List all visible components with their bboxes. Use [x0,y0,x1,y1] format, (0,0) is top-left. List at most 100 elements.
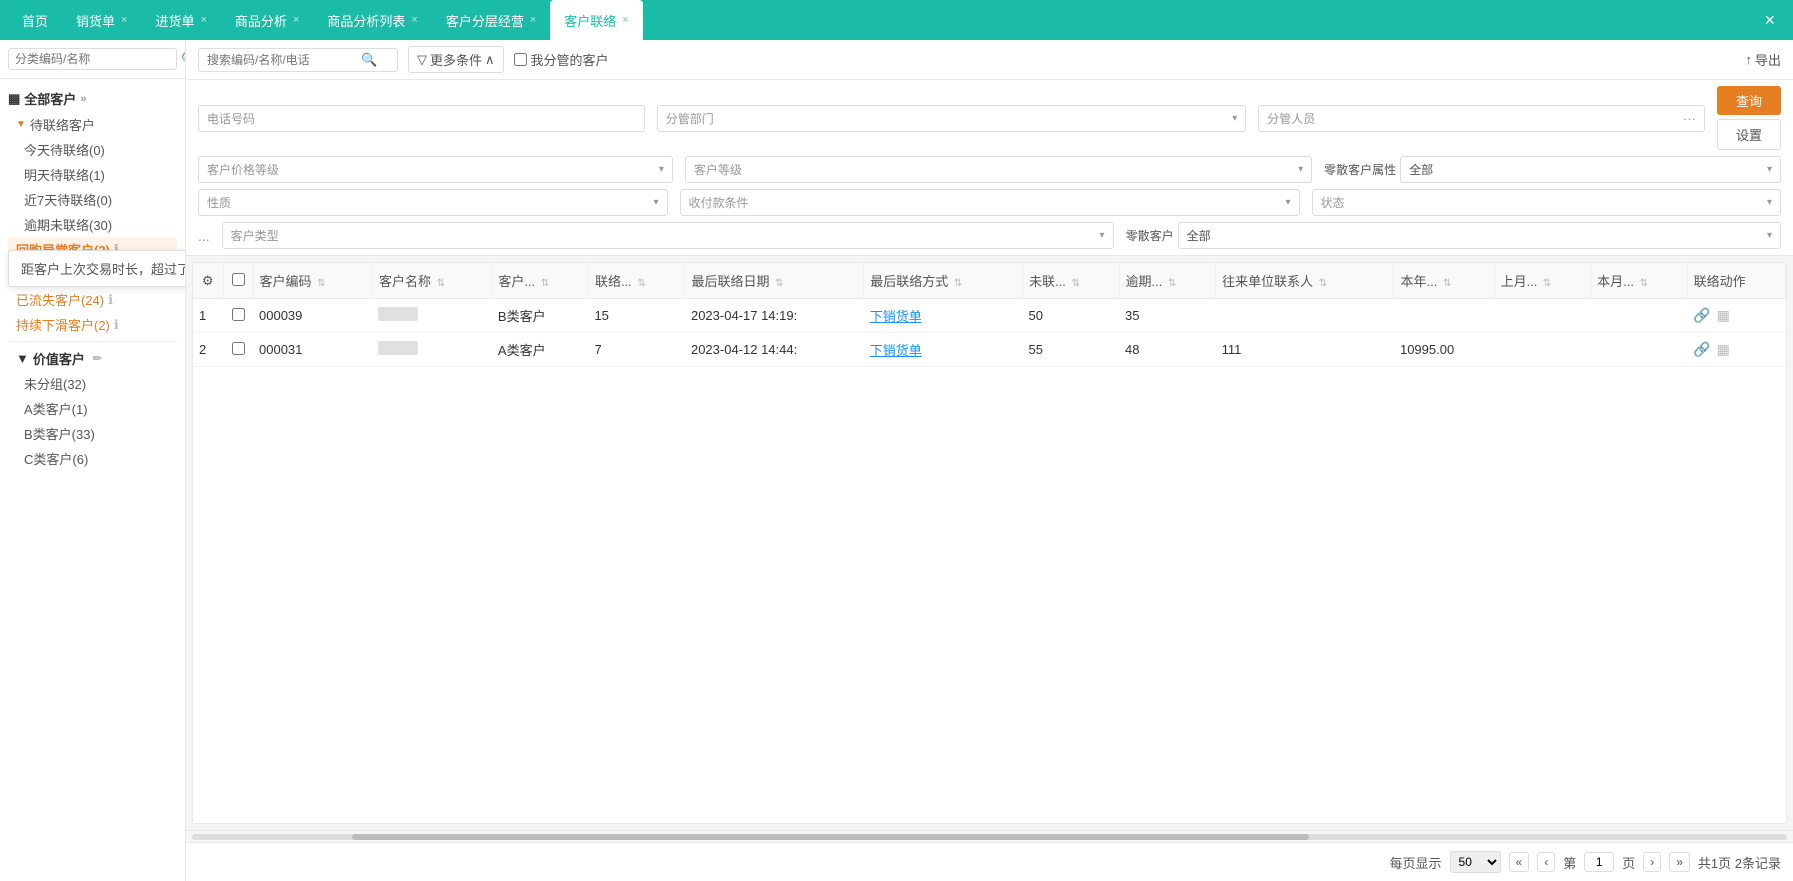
nav-tab-purchase-close[interactable]: × [200,14,206,26]
page-prev-btn[interactable]: ‹ [1537,852,1555,872]
page-next-btn[interactable]: › [1643,852,1661,872]
filter-phone[interactable]: 电话号码 [198,105,645,132]
sidebar-item-unclassified[interactable]: 未分组(32) [8,371,177,396]
value-customer-label: 价值客户 [33,349,85,368]
nav-tab-customer-contact[interactable]: 客户联络 × [550,0,642,40]
table-settings-icon[interactable]: ⚙ [202,273,214,288]
horizontal-scrollbar[interactable] [186,830,1793,842]
more-conditions-btn[interactable]: ▽ 更多条件 ∧ [408,46,504,73]
row1-action-icons: 🔗 ▦ [1693,307,1779,324]
sort-icon-last-date[interactable]: ⇅ [775,278,783,289]
page-last-btn[interactable]: » [1669,852,1690,872]
sidebar-all-customers[interactable]: ▦ 全部客户 » [8,85,177,112]
row2-un-contact: 55 [1023,333,1120,367]
page-input[interactable] [1584,852,1614,872]
nav-tab-analysis-list[interactable]: 商品分析列表 × [313,0,431,40]
sidebar-pending-contact-header[interactable]: ▼ 待联络客户 [8,112,177,137]
sort-icon-un-contact[interactable]: ⇅ [1071,278,1079,289]
scrollbar-thumb[interactable] [352,834,1309,840]
row1-checkbox[interactable] [232,308,245,321]
row1-last-method-link[interactable]: 下销货单 [870,309,922,324]
sidebar-item-declining[interactable]: 持续下滑客户(2) ℹ [8,312,177,337]
window-close-button[interactable]: × [1754,10,1785,31]
sort-icon-overdue[interactable]: ⇅ [1168,278,1176,289]
nav-tab-analysis-list-close[interactable]: × [411,14,417,26]
scrollbar-track[interactable] [192,834,1787,840]
page-label: 第 [1563,853,1576,872]
row2-link-icon[interactable]: 🔗 [1693,341,1710,358]
filter-person[interactable]: 分管人员 ··· [1258,105,1705,132]
sidebar-item-today[interactable]: 今天待联络(0) [8,137,177,162]
value-tri-icon: ▼ [16,351,29,366]
th-code: 客户编码 ⇅ [253,263,372,299]
per-page-label: 每页显示 [1390,853,1442,872]
filter-payment[interactable]: 收付款条件 ▾ [680,189,1300,216]
nav-tab-purchase[interactable]: 进货单 × [141,0,220,40]
table-header-row: ⚙ 客户编码 ⇅ 客户名称 ⇅ [193,263,1786,299]
row2-last-method-link[interactable]: 下销货单 [870,343,922,358]
row2-checkbox[interactable] [232,342,245,355]
filter-search-input[interactable] [207,53,357,67]
sidebar-item-overdue[interactable]: 逾期未联络(30) 距客户上次交易时长，超过了此客户的平均交易周期的1.5倍，则… [8,212,177,237]
query-button[interactable]: 查询 [1717,86,1781,115]
nav-tab-customer-segment[interactable]: 客户分层经营 × [432,0,550,40]
sidebar-item-class-b[interactable]: B类客户(33) [8,421,177,446]
nav-tab-sales[interactable]: 销货单 × [62,0,141,40]
sidebar-search-input[interactable] [8,48,177,70]
nav-tab-sales-close[interactable]: × [121,14,127,26]
sort-icon-code[interactable]: ⇅ [317,278,325,289]
sidebar-value-customer-header[interactable]: ▼ 价值客户 ✏ [8,346,177,371]
phone-label: 电话号码 [207,110,636,127]
th-contact-count-label: 联络... [595,274,632,289]
export-button[interactable]: ↑ 导出 [1745,50,1781,69]
sort-icon-name[interactable]: ⇅ [437,278,445,289]
sort-icon-last-method[interactable]: ⇅ [954,278,962,289]
sidebar-item-lost[interactable]: 已流失客户(24) ℹ [8,287,177,312]
nav-tab-home[interactable]: 首页 [8,0,62,40]
settings-button[interactable]: 设置 [1717,119,1781,150]
edit-icon[interactable]: ✏ [93,352,102,365]
sort-icon-this-month[interactable]: ⇅ [1640,278,1648,289]
row1-link-icon[interactable]: 🔗 [1693,307,1710,324]
filter-retail-customer[interactable]: 全部 ▾ [1178,222,1781,249]
sort-icon-contact-count[interactable]: ⇅ [637,278,645,289]
sort-icon-related-person[interactable]: ⇅ [1319,278,1327,289]
filter-gender[interactable]: 性质 ▾ [198,189,668,216]
filter-dots[interactable]: ... [198,228,210,244]
filter-search-icon[interactable]: 🔍 [361,52,377,68]
sidebar-item-7days[interactable]: 近7天待联络(0) [8,187,177,212]
advanced-filter: 电话号码 分管部门 ▾ 分管人员 ··· 查询 设置 客户价格等级 [186,80,1793,256]
nav-tab-customer-contact-label: 客户联络 [564,11,616,30]
row1-grid-icon[interactable]: ▦ [1717,307,1730,324]
sort-icon-this-year[interactable]: ⇅ [1443,278,1451,289]
filter-customer-level[interactable]: 客户等级 ▾ [685,156,1312,183]
dept-label: 分管部门 [666,110,1233,127]
sidebar-item-tomorrow[interactable]: 明天待联络(1) [8,162,177,187]
th-action-label: 联络动作 [1694,274,1746,289]
per-page-select[interactable]: 50 20 100 [1450,851,1501,873]
filter-status[interactable]: 状态 ▾ [1312,189,1782,216]
sidebar-item-class-a[interactable]: A类客户(1) [8,396,177,421]
sort-icon-type[interactable]: ⇅ [541,278,549,289]
nav-tab-home-label: 首页 [22,11,48,30]
filter-icon: ▽ [417,52,427,68]
row2-grid-icon[interactable]: ▦ [1717,341,1730,358]
nav-tab-analysis-close[interactable]: × [293,14,299,26]
select-all-checkbox[interactable] [232,273,245,286]
adv-filter-row-4: ... 客户类型 ▾ 零散客户 全部 ▾ [198,222,1781,249]
nav-tab-customer-contact-close[interactable]: × [622,14,628,26]
row1-last-date: 2023-04-17 14:19: [685,299,864,333]
filter-customer-type[interactable]: 客户类型 ▾ [222,222,1114,249]
sort-icon-last-month[interactable]: ⇅ [1543,278,1551,289]
sidebar-collapse-icon[interactable]: » [80,93,86,105]
sidebar-item-class-c[interactable]: C类客户(6) [8,446,177,471]
filter-price-level[interactable]: 客户价格等级 ▾ [198,156,673,183]
top-nav: 首页 销货单 × 进货单 × 商品分析 × 商品分析列表 × 客户分层经营 × … [0,0,1793,40]
nav-tab-analysis[interactable]: 商品分析 × [221,0,313,40]
page-first-btn[interactable]: « [1509,852,1530,872]
my-customers-checkbox[interactable] [514,53,527,66]
filter-dept[interactable]: 分管部门 ▾ [657,105,1247,132]
nav-tab-customer-segment-close[interactable]: × [530,14,536,26]
person-dots[interactable]: ··· [1683,111,1696,126]
filter-retail-attr[interactable]: 全部 ▾ [1400,156,1781,183]
